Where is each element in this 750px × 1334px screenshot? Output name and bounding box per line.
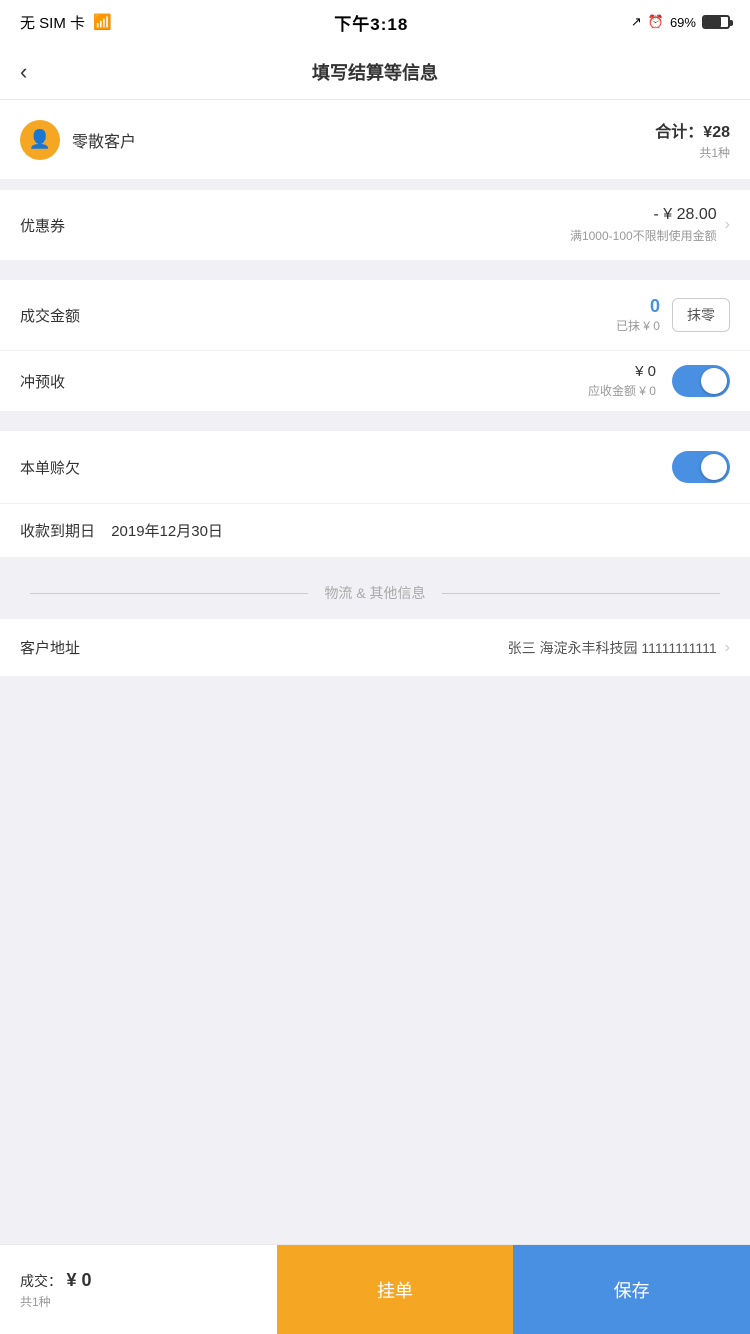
due-date-label: 收款到期日 bbox=[20, 523, 95, 540]
bottom-deal-label: 成交： bbox=[20, 1273, 62, 1289]
toggle-knob bbox=[701, 368, 727, 394]
due-date-row: 收款到期日 2019年12月30日 bbox=[0, 503, 750, 557]
status-right: ↗ ⏰ 69% bbox=[631, 14, 730, 30]
coupon-row[interactable]: 优惠券 - ¥ 28.00 满1000-100不限制使用金额 › bbox=[0, 189, 750, 260]
bottom-left: 成交： ¥ 0 共1种 bbox=[0, 1270, 277, 1310]
debt-toggle-knob bbox=[701, 454, 727, 480]
page-title: 填写结算等信息 bbox=[312, 59, 438, 85]
transaction-section: 成交金额 0 已抹 ¥ 0 抹零 冲预收 ¥ 0 应收金额 ¥ 0 bbox=[0, 280, 750, 411]
debt-label: 本单赊欠 bbox=[20, 457, 80, 478]
advance-right: ¥ 0 应收金额 ¥ 0 bbox=[588, 363, 730, 399]
debt-row: 本单赊欠 bbox=[0, 431, 750, 503]
direction-icon: ↗ bbox=[631, 14, 642, 30]
customer-row: 👤 零散客户 合计：¥28 共1种 bbox=[0, 100, 750, 179]
address-section[interactable]: 客户地址 张三 海淀永丰科技园 11111111111 › bbox=[0, 619, 750, 676]
no-sim-text: 无 SIM 卡 bbox=[20, 12, 85, 33]
address-chevron-icon: › bbox=[725, 639, 730, 657]
transaction-label: 成交金额 bbox=[20, 305, 80, 326]
status-bar: 无 SIM 卡 📶 下午3:18 ↗ ⏰ 69% bbox=[0, 0, 750, 44]
logistics-divider: 物流 & 其他信息 bbox=[30, 583, 720, 603]
logistics-text: 物流 & 其他信息 bbox=[324, 583, 425, 603]
due-date-value: 2019年12月30日 bbox=[111, 523, 223, 540]
advance-sub-amount: 应收金额 ¥ 0 bbox=[588, 382, 656, 399]
status-time: 下午3:18 bbox=[334, 10, 408, 35]
address-value: 张三 海淀永丰科技园 11111111111 bbox=[96, 638, 717, 658]
round-button[interactable]: 抹零 bbox=[672, 298, 730, 332]
coupon-section[interactable]: 优惠券 - ¥ 28.00 满1000-100不限制使用金额 › bbox=[0, 189, 750, 260]
advance-row: 冲预收 ¥ 0 应收金额 ¥ 0 bbox=[0, 350, 750, 411]
customer-right: 合计：¥28 共1种 bbox=[655, 118, 730, 161]
alarm-icon: ⏰ bbox=[648, 14, 664, 30]
coupon-amount: - ¥ 28.00 bbox=[570, 206, 717, 224]
avatar: 👤 bbox=[20, 120, 60, 160]
bottom-bar: 成交： ¥ 0 共1种 挂单 保存 bbox=[0, 1244, 750, 1334]
address-row[interactable]: 客户地址 张三 海淀永丰科技园 11111111111 › bbox=[0, 619, 750, 676]
chevron-right-icon: › bbox=[725, 216, 730, 234]
nav-bar: ‹ 填写结算等信息 bbox=[0, 44, 750, 100]
address-label: 客户地址 bbox=[20, 637, 80, 658]
coupon-label: 优惠券 bbox=[20, 215, 65, 236]
divider-2 bbox=[0, 411, 750, 421]
avatar-icon: 👤 bbox=[29, 129, 51, 150]
divider-line-right bbox=[442, 593, 720, 594]
bottom-deal-count: 共1种 bbox=[20, 1293, 257, 1310]
battery-icon bbox=[702, 15, 730, 29]
logistics-section: 物流 & 其他信息 bbox=[0, 567, 750, 619]
battery-percent: 69% bbox=[670, 15, 696, 30]
bottom-deal-amount: ¥ 0 bbox=[66, 1270, 91, 1290]
total-count: 共1种 bbox=[655, 144, 730, 161]
debt-toggle[interactable] bbox=[672, 451, 730, 483]
advance-label: 冲预收 bbox=[20, 371, 65, 392]
hang-button[interactable]: 挂单 bbox=[277, 1245, 514, 1334]
content: 👤 零散客户 合计：¥28 共1种 优惠券 - ¥ 28.00 满1000-10… bbox=[0, 100, 750, 786]
transaction-value: 0 bbox=[650, 296, 660, 316]
save-button[interactable]: 保存 bbox=[513, 1245, 750, 1334]
customer-section: 👤 零散客户 合计：¥28 共1种 bbox=[0, 100, 750, 179]
customer-left: 👤 零散客户 bbox=[20, 120, 136, 160]
back-button[interactable]: ‹ bbox=[20, 59, 27, 85]
transaction-row: 成交金额 0 已抹 ¥ 0 抹零 bbox=[0, 280, 750, 350]
coupon-right: - ¥ 28.00 满1000-100不限制使用金额 › bbox=[570, 206, 730, 244]
transaction-right: 0 已抹 ¥ 0 抹零 bbox=[616, 296, 730, 334]
divider-3 bbox=[0, 557, 750, 567]
total-amount: 合计：¥28 bbox=[655, 118, 730, 142]
coupon-sub-text: 满1000-100不限制使用金额 bbox=[570, 227, 717, 244]
advance-main-amount: ¥ 0 bbox=[588, 363, 656, 380]
divider-line-left bbox=[30, 593, 308, 594]
advance-amounts: ¥ 0 应收金额 ¥ 0 bbox=[588, 363, 656, 399]
customer-name: 零散客户 bbox=[72, 128, 136, 152]
status-left: 无 SIM 卡 📶 bbox=[20, 12, 112, 33]
wifi-icon: 📶 bbox=[93, 13, 112, 31]
divider-1 bbox=[0, 270, 750, 280]
erased-label: 已抹 ¥ 0 bbox=[616, 317, 660, 334]
debt-section: 本单赊欠 收款到期日 2019年12月30日 bbox=[0, 431, 750, 557]
advance-toggle[interactable] bbox=[672, 365, 730, 397]
